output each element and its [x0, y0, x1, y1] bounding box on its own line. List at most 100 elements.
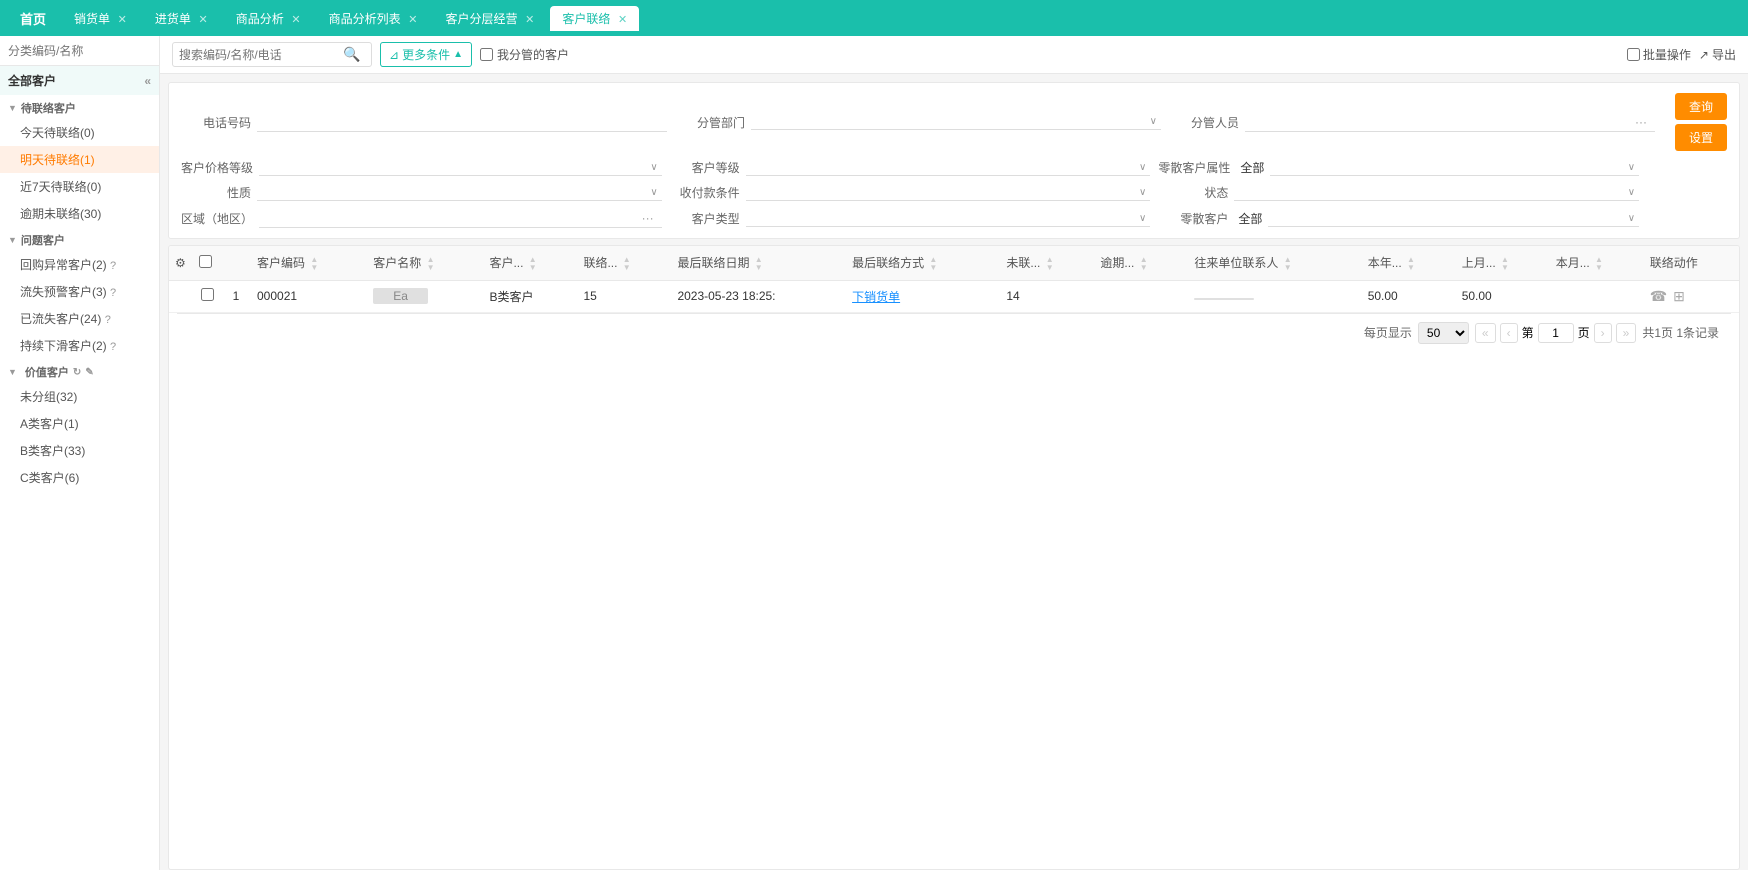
table-scroll[interactable]: ⚙ 客户编码 ▲▼ 客户名称 ▲▼	[169, 246, 1739, 313]
next-page-button[interactable]: ›	[1594, 323, 1612, 343]
col-this-year[interactable]: 本年... ▲▼	[1362, 246, 1456, 280]
nav-goods-analysis[interactable]: 商品分析 ✕	[224, 6, 313, 31]
set-button[interactable]: 设置	[1675, 124, 1727, 151]
page-label: 第	[1522, 324, 1534, 341]
row-unit-contact	[1188, 280, 1361, 312]
toolbar-right: 批量操作 ↗ 导出	[1627, 46, 1736, 63]
col-customer-name[interactable]: 客户名称 ▲▼	[367, 246, 483, 280]
sidebar-all-customers[interactable]: 全部客户 «	[0, 66, 159, 95]
col-this-month[interactable]: 本月... ▲▼	[1550, 246, 1644, 280]
sidebar-item-tomorrow-contact[interactable]: 明天待联络(1)	[0, 146, 159, 173]
close-goods-analysis-list-icon[interactable]: ✕	[408, 14, 417, 26]
col-last-contact-date[interactable]: 最后联络日期 ▲▼	[671, 246, 846, 280]
query-button[interactable]: 查询	[1675, 93, 1727, 120]
more-filter-button[interactable]: ⊿ 更多条件 ▲	[380, 42, 472, 67]
price-level-chevron-icon: ∨	[650, 162, 657, 173]
close-sales-icon[interactable]: ✕	[118, 14, 127, 26]
dept-select[interactable]: ∨	[751, 114, 1161, 130]
col-no-contact[interactable]: 未联... ▲▼	[1000, 246, 1094, 280]
filter-person: 分管人员 ···	[1169, 113, 1655, 132]
nav-home[interactable]: 首页	[8, 5, 58, 32]
customer-name-masked: Ea	[373, 288, 428, 304]
row-select-checkbox[interactable]	[201, 288, 214, 301]
toolbar-search-icon[interactable]: 🔍	[343, 46, 360, 63]
nav-goods-analysis-list[interactable]: 商品分析列表 ✕	[317, 6, 430, 31]
col-customer-type[interactable]: 客户... ▲▼	[483, 246, 577, 280]
sidebar-item-class-a[interactable]: A类客户(1)	[0, 410, 159, 437]
region-ellipsis[interactable]: ···	[638, 211, 658, 225]
sidebar-item-7days-contact[interactable]: 近7天待联络(0)	[0, 173, 159, 200]
first-page-button[interactable]: «	[1475, 323, 1496, 343]
last-page-button[interactable]: »	[1616, 323, 1637, 343]
sidebar-group-pending-contact: 待联络客户	[0, 95, 159, 119]
row-last-contact-date: 2023-05-23 18:25:	[671, 280, 846, 312]
prev-page-button[interactable]: ‹	[1500, 323, 1518, 343]
last-contact-method-link[interactable]: 下销货单	[852, 290, 900, 304]
sort-customer-code-icon: ▲▼	[310, 256, 318, 272]
select-all-checkbox[interactable]	[199, 255, 212, 268]
status-select[interactable]: ∨	[1234, 185, 1639, 201]
row-gear	[169, 280, 193, 312]
col-last-month[interactable]: 上月... ▲▼	[1456, 246, 1550, 280]
person-ellipsis[interactable]: ···	[1631, 115, 1651, 129]
row-overdue	[1094, 280, 1188, 312]
customer-level-select[interactable]: ∨	[746, 160, 1151, 176]
col-customer-code[interactable]: 客户编码 ▲▼	[251, 246, 367, 280]
close-customer-tier-icon[interactable]: ✕	[525, 14, 534, 26]
my-customer-checkbox[interactable]	[480, 48, 493, 61]
close-goods-analysis-icon[interactable]: ✕	[291, 14, 300, 26]
export-button[interactable]: ↗ 导出	[1699, 46, 1736, 63]
payment-terms-label: 收付款条件	[670, 184, 740, 201]
per-page-select[interactable]: 50 100 200	[1418, 322, 1469, 344]
retail-customer-select[interactable]: ∨	[1268, 211, 1639, 227]
sidebar-item-churn-warning[interactable]: 流失预警客户(3) ?	[0, 278, 159, 305]
chevron-up-icon: ▲	[453, 49, 463, 60]
payment-terms-select[interactable]: ∨	[746, 185, 1151, 201]
col-overdue[interactable]: 逾期... ▲▼	[1094, 246, 1188, 280]
price-level-select[interactable]: ∨	[259, 160, 662, 176]
content-area: 🔍 ⊿ 更多条件 ▲ 我分管的客户 批量操作 ↗ 导出	[160, 36, 1748, 870]
col-contact[interactable]: 联络... ▲▼	[577, 246, 671, 280]
sidebar-item-class-c[interactable]: C类客户(6)	[0, 464, 159, 491]
sidebar-search-input[interactable]	[8, 44, 160, 58]
search-input[interactable]	[179, 48, 339, 62]
sort-this-month-icon: ▲▼	[1595, 256, 1603, 272]
grid-action-icon[interactable]: ⊞	[1673, 288, 1685, 305]
filter-dept: 分管部门 ∨	[675, 114, 1161, 131]
nature-select[interactable]: ∨	[257, 185, 662, 201]
export-icon: ↗	[1699, 48, 1709, 62]
row-checkbox	[193, 280, 221, 312]
sidebar-item-overdue-contact[interactable]: 逾期未联络(30)	[0, 200, 159, 227]
col-gear[interactable]: ⚙	[169, 246, 193, 280]
sidebar-item-churned[interactable]: 已流失客户(24) ?	[0, 305, 159, 332]
close-customer-contact-icon[interactable]: ✕	[618, 14, 627, 26]
sidebar-item-class-b[interactable]: B类客户(33)	[0, 437, 159, 464]
phone-input[interactable]	[257, 113, 667, 132]
nav-customer-contact[interactable]: 客户联络 ✕	[550, 6, 639, 31]
close-purchase-icon[interactable]: ✕	[199, 14, 208, 26]
sidebar-item-abnormal-repurchase[interactable]: 回购异常客户(2) ?	[0, 251, 159, 278]
row-this-year: 50.00	[1362, 280, 1456, 312]
page-input[interactable]	[1538, 323, 1574, 343]
sidebar-search-area: 🔍	[0, 36, 159, 66]
nav-customer-tier[interactable]: 客户分层经营 ✕	[433, 6, 546, 31]
data-table: ⚙ 客户编码 ▲▼ 客户名称 ▲▼	[169, 246, 1739, 313]
my-customer-checkbox-area[interactable]: 我分管的客户	[480, 46, 569, 63]
col-unit-contact[interactable]: 往来单位联系人 ▲▼	[1188, 246, 1361, 280]
sidebar-item-ungrouped[interactable]: 未分组(32)	[0, 383, 159, 410]
sort-no-contact-icon: ▲▼	[1046, 256, 1054, 272]
table-row: 1 000021 Ea B类客户 15 2023-05-23 18:25: 下销…	[169, 280, 1739, 312]
nav-sales[interactable]: 销货单 ✕	[62, 6, 139, 31]
retail-attr-label: 零散客户属性	[1158, 159, 1230, 176]
sidebar-item-declining[interactable]: 持续下滑客户(2) ?	[0, 332, 159, 359]
sidebar-item-today-contact[interactable]: 今天待联络(0)	[0, 119, 159, 146]
batch-op-button[interactable]: 批量操作	[1627, 46, 1691, 63]
customer-type-select[interactable]: ∨	[746, 211, 1151, 227]
col-last-contact-method[interactable]: 最后联络方式 ▲▼	[846, 246, 1000, 280]
phone-action-icon[interactable]: ☎	[1650, 288, 1667, 305]
batch-op-checkbox[interactable]	[1627, 48, 1640, 61]
nav-purchase[interactable]: 进货单 ✕	[143, 6, 220, 31]
retail-attr-select[interactable]: ∨	[1270, 160, 1639, 176]
sidebar-group-value-customers: 价值客户 ↻✎	[0, 359, 159, 383]
region-label: 区域（地区）	[181, 210, 253, 227]
